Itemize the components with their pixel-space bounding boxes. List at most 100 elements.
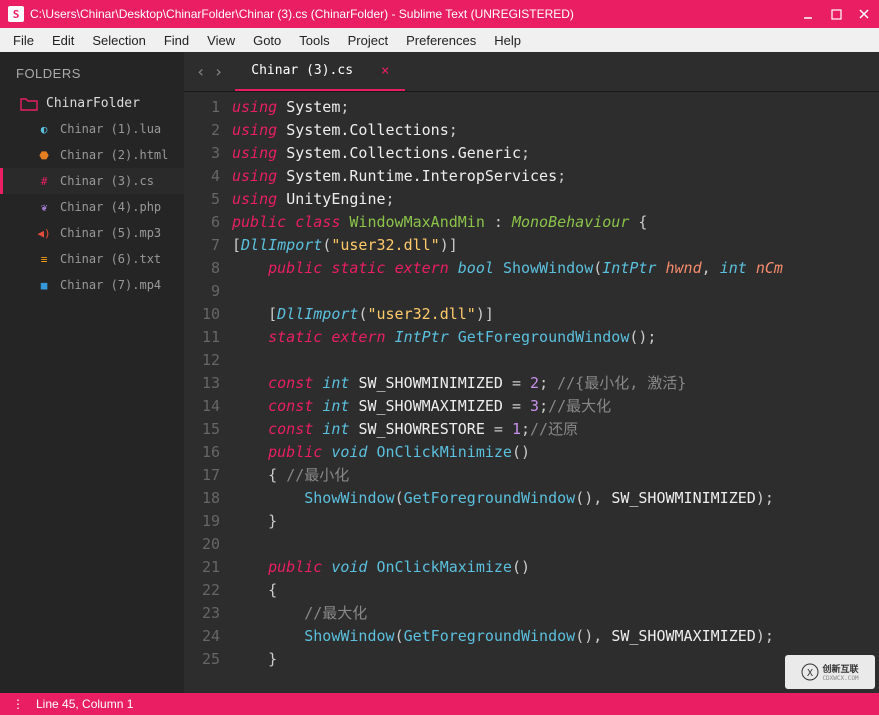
folder-label: ChinarFolder [46, 96, 140, 111]
line-number: 19 [184, 510, 220, 533]
window-title: C:\Users\Chinar\Desktop\ChinarFolder\Chi… [30, 7, 801, 21]
line-number: 6 [184, 211, 220, 234]
code-line[interactable]: } [232, 510, 879, 533]
line-number: 5 [184, 188, 220, 211]
line-number: 7 [184, 234, 220, 257]
code-line[interactable]: static extern IntPtr GetForegroundWindow… [232, 326, 879, 349]
tab-label: Chinar (3).cs [251, 63, 353, 78]
sidebar-file[interactable]: #Chinar (3).cs [0, 168, 184, 194]
sidebar-folder[interactable]: ChinarFolder [0, 91, 184, 116]
line-number: 1 [184, 96, 220, 119]
sidebar-file[interactable]: ≡ Chinar (6).txt [0, 246, 184, 272]
menu-item-view[interactable]: View [198, 30, 244, 51]
code-line[interactable]: using UnityEngine; [232, 188, 879, 211]
menu-item-file[interactable]: File [4, 30, 43, 51]
line-number: 10 [184, 303, 220, 326]
line-gutter: 1234567891011121314151617181920212223242… [184, 92, 232, 693]
line-number: 4 [184, 165, 220, 188]
code-line[interactable]: { [232, 579, 879, 602]
sidebar-file[interactable]: ❦Chinar (4).php [0, 194, 184, 220]
menu-item-help[interactable]: Help [485, 30, 530, 51]
code-line[interactable]: ShowWindow(GetForegroundWindow(), SW_SHO… [232, 625, 879, 648]
code-line[interactable]: [DllImport("user32.dll")] [232, 234, 879, 257]
code-area[interactable]: 1234567891011121314151617181920212223242… [184, 92, 879, 693]
file-label: Chinar (1).lua [60, 122, 161, 136]
file-icon: ≡ [36, 252, 52, 266]
code-content[interactable]: using System;using System.Collections;us… [232, 92, 879, 693]
watermark-url: CDXWCX.COM [822, 675, 858, 682]
line-number: 9 [184, 280, 220, 303]
file-label: Chinar (5).mp3 [60, 226, 161, 240]
menu-item-goto[interactable]: Goto [244, 30, 290, 51]
sidebar: FOLDERS ChinarFolder ◐Chinar (1).lua⬣Chi… [0, 52, 184, 693]
sidebar-file[interactable]: ⬣Chinar (2).html [0, 142, 184, 168]
line-number: 3 [184, 142, 220, 165]
file-icon: ⬣ [36, 148, 52, 162]
cursor-position: Line 45, Column 1 [36, 697, 133, 711]
code-line[interactable]: using System; [232, 96, 879, 119]
window-controls [801, 7, 871, 21]
code-line[interactable]: } [232, 648, 879, 671]
nav-back-icon[interactable]: ‹ [196, 62, 206, 81]
code-line[interactable]: public void OnClickMinimize() [232, 441, 879, 464]
line-number: 25 [184, 648, 220, 671]
code-line[interactable]: using System.Collections; [232, 119, 879, 142]
menu-item-edit[interactable]: Edit [43, 30, 83, 51]
line-number: 21 [184, 556, 220, 579]
nav-forward-icon[interactable]: › [214, 62, 224, 81]
line-number: 22 [184, 579, 220, 602]
menu-item-tools[interactable]: Tools [290, 30, 338, 51]
code-line[interactable]: ShowWindow(GetForegroundWindow(), SW_SHO… [232, 487, 879, 510]
file-icon: ◐ [36, 122, 52, 136]
line-number: 18 [184, 487, 220, 510]
code-line[interactable]: const int SW_SHOWMINIMIZED = 2; //{最小化, … [232, 372, 879, 395]
code-line[interactable]: using System.Runtime.InteropServices; [232, 165, 879, 188]
code-line[interactable]: public static extern bool ShowWindow(Int… [232, 257, 879, 280]
file-label: Chinar (6).txt [60, 252, 161, 266]
line-number: 16 [184, 441, 220, 464]
close-button[interactable] [857, 7, 871, 21]
sidebar-file[interactable]: ◀) Chinar (5).mp3 [0, 220, 184, 246]
folder-icon [20, 97, 38, 111]
code-line[interactable]: [DllImport("user32.dll")] [232, 303, 879, 326]
code-line[interactable]: public void OnClickMaximize() [232, 556, 879, 579]
line-number: 14 [184, 395, 220, 418]
file-label: Chinar (7).mp4 [60, 278, 161, 292]
sidebar-file[interactable]: ■Chinar (7).mp4 [0, 272, 184, 298]
menu-bar: FileEditSelectionFindViewGotoToolsProjec… [0, 28, 879, 52]
code-line[interactable]: using System.Collections.Generic; [232, 142, 879, 165]
code-line[interactable]: const int SW_SHOWRESTORE = 1;//还原 [232, 418, 879, 441]
file-label: Chinar (4).php [60, 200, 161, 214]
watermark-logo: X 创新互联 CDXWCX.COM [785, 655, 875, 689]
code-line[interactable]: { //最小化 [232, 464, 879, 487]
menu-item-find[interactable]: Find [155, 30, 198, 51]
line-number: 15 [184, 418, 220, 441]
code-line[interactable] [232, 349, 879, 372]
window-titlebar: S C:\Users\Chinar\Desktop\ChinarFolder\C… [0, 0, 879, 28]
code-line[interactable] [232, 533, 879, 556]
code-line[interactable] [232, 280, 879, 303]
menu-item-selection[interactable]: Selection [83, 30, 154, 51]
maximize-button[interactable] [829, 7, 843, 21]
code-line[interactable]: //最大化 [232, 602, 879, 625]
tab-close-icon[interactable]: × [381, 63, 389, 79]
line-number: 2 [184, 119, 220, 142]
line-number: 8 [184, 257, 220, 280]
line-number: 13 [184, 372, 220, 395]
line-number: 11 [184, 326, 220, 349]
line-number: 17 [184, 464, 220, 487]
svg-text:X: X [807, 668, 813, 679]
menu-item-project[interactable]: Project [339, 30, 397, 51]
code-line[interactable]: public class WindowMaxAndMin : MonoBehav… [232, 211, 879, 234]
sidebar-file[interactable]: ◐ Chinar (1).lua [0, 116, 184, 142]
file-icon: ◀) [36, 226, 52, 240]
code-line[interactable]: const int SW_SHOWMAXIMIZED = 3;//最大化 [232, 395, 879, 418]
line-number: 12 [184, 349, 220, 372]
minimize-button[interactable] [801, 7, 815, 21]
statusbar-menu-icon[interactable]: ⋮ [12, 697, 24, 711]
menu-item-preferences[interactable]: Preferences [397, 30, 485, 51]
tab-nav: ‹ › [184, 62, 235, 81]
line-number: 20 [184, 533, 220, 556]
tab-active[interactable]: Chinar (3).cs × [235, 52, 405, 91]
status-bar: ⋮ Line 45, Column 1 [0, 693, 879, 715]
